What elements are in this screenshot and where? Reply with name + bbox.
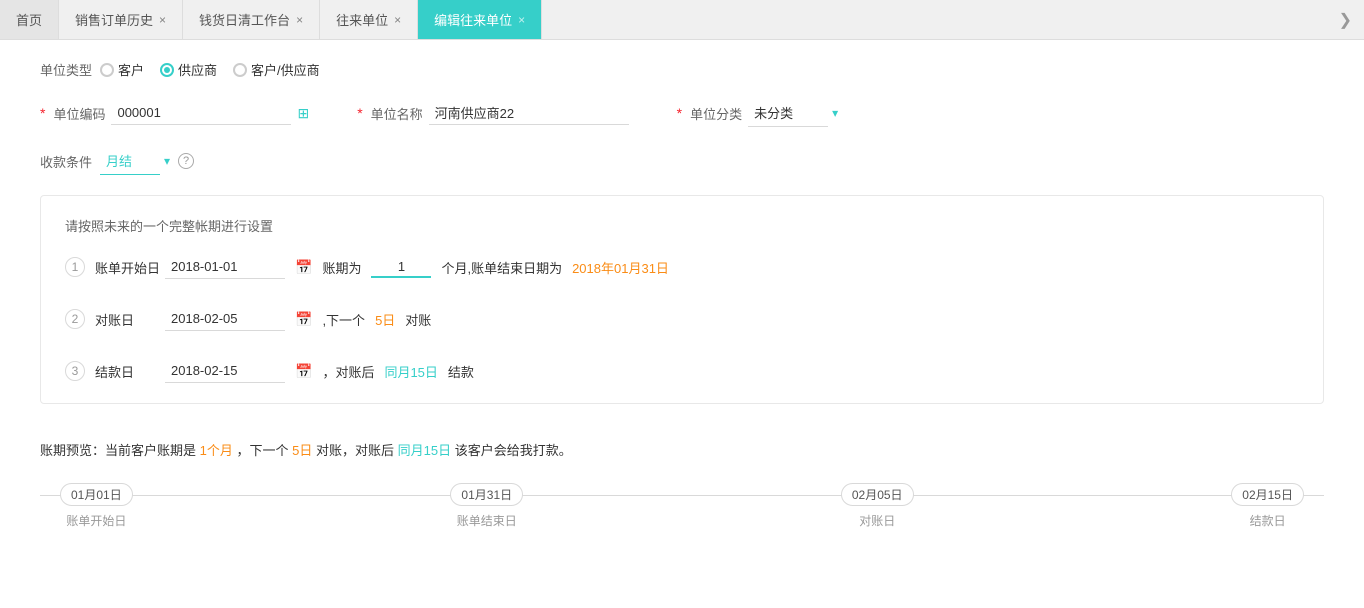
radio-circle-customer-supplier: [233, 63, 247, 77]
unit-name-input[interactable]: [429, 101, 629, 125]
unit-type-radio-group: 客户 供应商 客户/供应商: [100, 60, 320, 79]
timeline-label-2: 对账日: [859, 512, 895, 529]
row-num-3: 3: [65, 361, 85, 381]
unit-category-arrow: ▾: [832, 106, 838, 120]
tab-expand-button[interactable]: ❯: [1327, 0, 1364, 39]
copy-icon[interactable]: ⊞: [297, 105, 309, 122]
timeline-date-3: 02月15日: [1231, 483, 1304, 506]
reconcile-highlight: 5日: [375, 310, 395, 329]
start-date-cal-icon[interactable]: 📅: [295, 259, 312, 276]
preview-text: 账期预览：当前客户账期是 1个月 ，下一个 5日 对账，对账后 同月15日 该客…: [40, 440, 1324, 459]
preview-part5: 同月15日: [398, 443, 451, 458]
tab-close-sales[interactable]: ×: [159, 14, 166, 26]
preview-label: 账期预览：当前客户账期是: [40, 443, 196, 458]
unit-info-row: * 单位编码 ⊞ * 单位名称 * 单位分类 未分类 ▾: [40, 99, 1324, 127]
period-prefix: 账期为: [322, 258, 361, 277]
start-date-input[interactable]: [165, 255, 285, 279]
timeline-label-0: 账单开始日: [66, 512, 126, 529]
setting-row-2: 2 对账日 📅 ,下一个 5日 对账: [65, 307, 1299, 331]
timeline-label-1: 账单结束日: [457, 512, 517, 529]
unit-category-group: * 单位分类 未分类 ▾: [677, 99, 868, 127]
tab-close-partner[interactable]: ×: [394, 14, 401, 26]
preview-section: 账期预览：当前客户账期是 1个月 ，下一个 5日 对账，对账后 同月15日 该客…: [40, 424, 1324, 529]
timeline-items: 01月01日 账单开始日 01月31日 账单结束日 02月05日 对账日 02月…: [60, 483, 1304, 529]
tab-close-edit-partner[interactable]: ×: [518, 14, 525, 26]
radio-circle-customer: [100, 63, 114, 77]
timeline-date-1: 01月31日: [450, 483, 523, 506]
tab-home[interactable]: 首页: [0, 0, 59, 39]
radio-circle-supplier: [160, 63, 174, 77]
payment-suffix: 结款: [448, 362, 474, 381]
unit-name-label: 单位名称: [371, 104, 423, 123]
tab-cash-desk[interactable]: 钱货日清工作台 ×: [183, 0, 320, 39]
main-content: 单位类型 客户 供应商 客户/供应商 * 单位编码 ⊞ * 单位名称: [0, 40, 1364, 608]
unit-category-dropdown[interactable]: 未分类 ▾: [748, 99, 868, 127]
preview-part4: 对账，对账后: [316, 443, 394, 458]
timeline-date-0: 01月01日: [60, 483, 133, 506]
unit-type-label: 单位类型: [40, 60, 92, 79]
timeline-item-3: 02月15日 结款日: [1231, 483, 1304, 529]
unit-code-group: * 单位编码 ⊞: [40, 101, 309, 125]
payment-help-icon[interactable]: ?: [178, 153, 194, 169]
settings-box: 请按照未来的一个完整帐期进行设置 1 账单开始日 📅 账期为 个月,账单结束日期…: [40, 195, 1324, 404]
reconcile-date-cal-icon[interactable]: 📅: [295, 311, 312, 328]
period-input[interactable]: [371, 257, 431, 278]
preview-part3: 5日: [292, 443, 312, 458]
radio-customer-supplier[interactable]: 客户/供应商: [233, 60, 320, 79]
tab-sales-history[interactable]: 销售订单历史 ×: [59, 0, 183, 39]
timeline-label-3: 结款日: [1250, 512, 1286, 529]
timeline-item-1: 01月31日 账单结束日: [450, 483, 523, 529]
unit-name-group: * 单位名称: [357, 101, 628, 125]
radio-customer[interactable]: 客户: [100, 60, 144, 79]
unit-type-row: 单位类型 客户 供应商 客户/供应商: [40, 60, 1324, 79]
reconcile-suffix: 对账: [405, 310, 431, 329]
row-num-2: 2: [65, 309, 85, 329]
tab-bar: 首页 销售订单历史 × 钱货日清工作台 × 往来单位 × 编辑往来单位 × ❯: [0, 0, 1364, 40]
payment-highlight: 同月15日: [384, 362, 437, 381]
unit-category-value: 未分类: [748, 99, 828, 127]
payment-prefix: ，对账后: [322, 362, 374, 381]
payment-value: 月结: [100, 147, 160, 175]
payment-date-input[interactable]: [165, 359, 285, 383]
row-label-1: 账单开始日: [95, 258, 155, 277]
reconcile-prefix: ,下一个: [322, 310, 365, 329]
preview-part2: ，下一个: [237, 443, 289, 458]
timeline-item-2: 02月05日 对账日: [841, 483, 914, 529]
unit-code-input[interactable]: [111, 101, 291, 125]
payment-dropdown[interactable]: 月结 ▾: [100, 147, 170, 175]
payment-row: 收款条件 月结 ▾ ?: [40, 147, 1324, 175]
reconcile-date-input[interactable]: [165, 307, 285, 331]
setting-row-3: 3 结款日 📅 ，对账后 同月15日 结款: [65, 359, 1299, 383]
payment-arrow: ▾: [164, 154, 170, 168]
payment-date-cal-icon[interactable]: 📅: [295, 363, 312, 380]
timeline-item-0: 01月01日 账单开始日: [60, 483, 133, 529]
tab-partner[interactable]: 往来单位 ×: [320, 0, 418, 39]
period-end-date: 2018年01月31日: [572, 258, 669, 277]
setting-row-1: 1 账单开始日 📅 账期为 个月,账单结束日期为 2018年01月31日: [65, 255, 1299, 279]
row-label-3: 结款日: [95, 362, 155, 381]
timeline: 01月01日 账单开始日 01月31日 账单结束日 02月05日 对账日 02月…: [40, 483, 1324, 529]
settings-title: 请按照未来的一个完整帐期进行设置: [65, 216, 1299, 235]
radio-supplier[interactable]: 供应商: [160, 60, 217, 79]
unit-category-label: 单位分类: [690, 104, 742, 123]
tab-close-cash[interactable]: ×: [296, 14, 303, 26]
timeline-date-2: 02月05日: [841, 483, 914, 506]
payment-label: 收款条件: [40, 152, 92, 171]
period-suffix: 个月,账单结束日期为: [441, 258, 562, 277]
preview-part6: 该客户会给我打款。: [455, 443, 572, 458]
row-num-1: 1: [65, 257, 85, 277]
unit-code-label: 单位编码: [53, 104, 105, 123]
preview-part1: 1个月: [200, 443, 233, 458]
tab-edit-partner[interactable]: 编辑往来单位 ×: [418, 0, 542, 39]
row-label-2: 对账日: [95, 310, 155, 329]
